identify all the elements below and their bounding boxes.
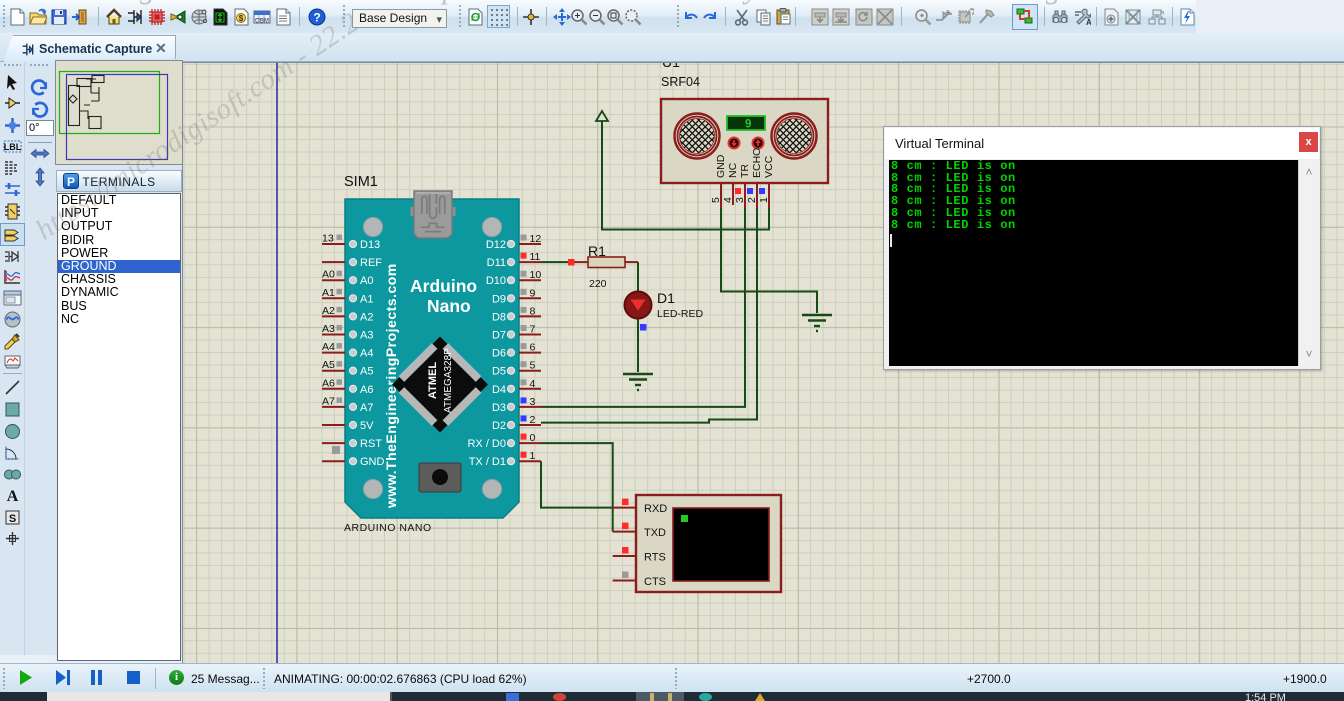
svg-text:D9: D9 — [492, 293, 506, 305]
svg-text:A2: A2 — [322, 305, 335, 317]
svg-text:D11: D11 — [487, 257, 506, 269]
svg-text:RTS: RTS — [644, 552, 666, 564]
svg-text:RX / D0: RX / D0 — [467, 438, 506, 450]
svg-text:A0: A0 — [322, 269, 335, 281]
svg-text:A0: A0 — [360, 275, 373, 287]
svg-text:5: 5 — [530, 360, 536, 372]
svg-text:A6: A6 — [360, 384, 373, 396]
svg-text:D8: D8 — [492, 311, 506, 323]
svg-text:A2: A2 — [360, 311, 373, 323]
svg-text:D4: D4 — [492, 384, 506, 396]
svg-text:D10: D10 — [486, 275, 506, 287]
svg-text:7: 7 — [530, 324, 536, 336]
svg-text:D3: D3 — [492, 402, 506, 414]
svg-text:D7: D7 — [492, 330, 506, 342]
svg-text:A4: A4 — [322, 341, 335, 353]
svg-text:RXD: RXD — [644, 503, 667, 515]
svg-text:13: 13 — [322, 233, 334, 245]
svg-text:11: 11 — [530, 251, 541, 263]
svg-text:A7: A7 — [360, 402, 373, 414]
svg-text:A3: A3 — [360, 330, 373, 342]
svg-text:D5: D5 — [492, 366, 506, 378]
svg-text:D2: D2 — [492, 420, 506, 432]
svg-text:5V: 5V — [360, 420, 374, 432]
svg-text:D13: D13 — [360, 239, 380, 251]
svg-text:A5: A5 — [322, 359, 335, 371]
svg-text:12: 12 — [530, 233, 542, 245]
svg-text:6: 6 — [530, 342, 536, 354]
svg-text:8: 8 — [530, 305, 536, 317]
svg-text:RST: RST — [360, 438, 382, 450]
svg-text:1: 1 — [530, 450, 536, 462]
svg-text:A4: A4 — [360, 348, 373, 360]
svg-text:2: 2 — [530, 414, 536, 426]
svg-text:A1: A1 — [322, 287, 335, 299]
svg-text:A3: A3 — [322, 323, 335, 335]
svg-text:A5: A5 — [360, 366, 373, 378]
svg-text:TXD: TXD — [644, 527, 666, 539]
svg-text:9: 9 — [530, 287, 536, 299]
svg-text:REF: REF — [360, 257, 382, 269]
svg-text:CTS: CTS — [644, 576, 666, 588]
svg-text:D12: D12 — [486, 239, 506, 251]
svg-text:3: 3 — [530, 396, 536, 408]
svg-text:A1: A1 — [360, 293, 373, 305]
svg-text:TX / D1: TX / D1 — [469, 456, 506, 468]
svg-text:10: 10 — [530, 269, 542, 281]
svg-text:GND: GND — [360, 456, 385, 468]
svg-text:D6: D6 — [492, 348, 506, 360]
svg-text:0: 0 — [530, 432, 536, 444]
svg-text:A7: A7 — [322, 395, 335, 407]
svg-text:A6: A6 — [322, 377, 335, 389]
svg-text:4: 4 — [530, 378, 536, 390]
